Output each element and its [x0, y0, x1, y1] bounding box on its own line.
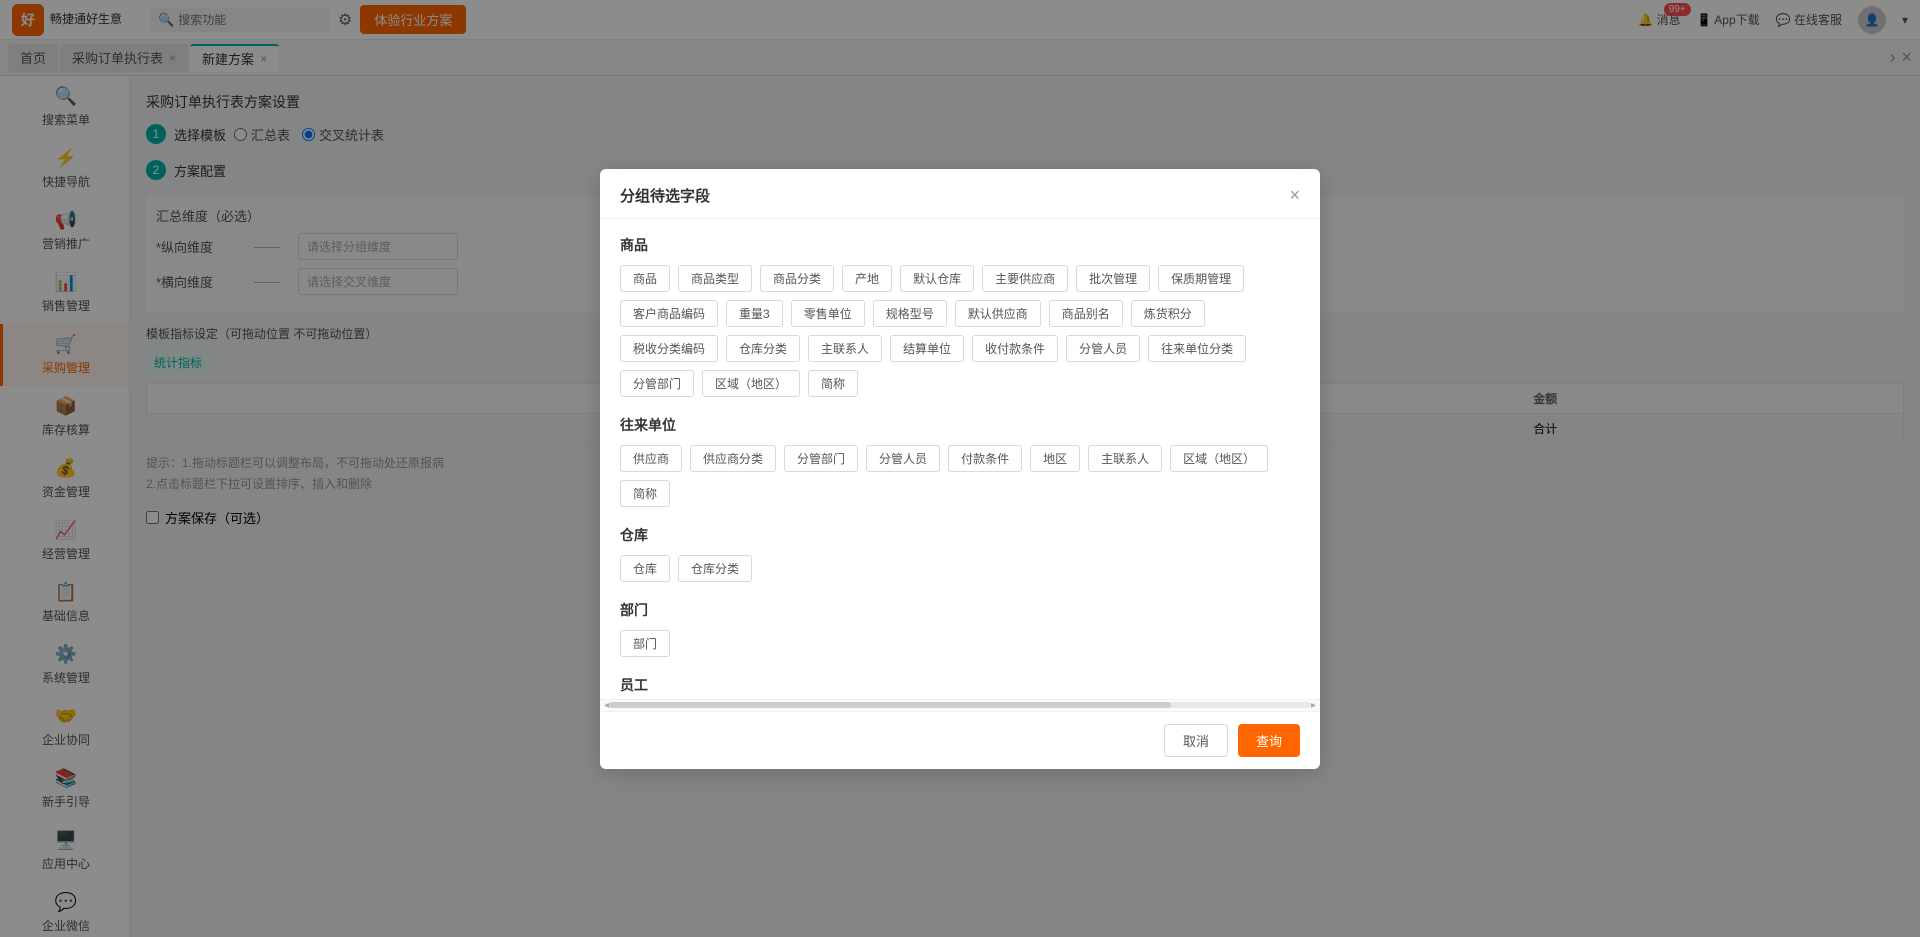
field-tag-area[interactable]: 地区	[1030, 445, 1080, 472]
field-select-modal: 分组待选字段 × 商品 商品 商品类型 商品分类 产地 默认仓库 主要供应商 批…	[600, 169, 1320, 769]
field-tag-region-product[interactable]: 区域（地区）	[702, 370, 800, 397]
field-group-staff-title: 员工	[620, 675, 1300, 695]
field-tag-product-alias[interactable]: 商品别名	[1049, 300, 1123, 327]
cancel-button[interactable]: 取消	[1164, 724, 1228, 757]
field-group-product: 商品 商品 商品类型 商品分类 产地 默认仓库 主要供应商 批次管理 保质期管理…	[620, 235, 1300, 397]
field-tag-customer-code[interactable]: 客户商品编码	[620, 300, 718, 327]
field-group-warehouse-title: 仓库	[620, 525, 1300, 545]
field-tag-default-warehouse[interactable]: 默认仓库	[900, 265, 974, 292]
field-tags-dept: 部门	[620, 630, 1300, 657]
modal-horizontal-scrollbar[interactable]: ◂ ▸	[600, 699, 1320, 711]
confirm-button[interactable]: 查询	[1238, 724, 1300, 757]
field-tag-warehouse-category[interactable]: 仓库分类	[726, 335, 800, 362]
field-tag-partner-dept[interactable]: 分管部门	[784, 445, 858, 472]
modal-body: 商品 商品 商品类型 商品分类 产地 默认仓库 主要供应商 批次管理 保质期管理…	[600, 219, 1320, 699]
field-tag-partner-contact[interactable]: 主联系人	[1088, 445, 1162, 472]
field-tag-dept[interactable]: 部门	[620, 630, 670, 657]
field-group-product-title: 商品	[620, 235, 1300, 255]
field-tags-product: 商品 商品类型 商品分类 产地 默认仓库 主要供应商 批次管理 保质期管理 客户…	[620, 265, 1300, 397]
field-tag-payment-terms[interactable]: 收付款条件	[972, 335, 1058, 362]
field-tag-product-category[interactable]: 商品分类	[760, 265, 834, 292]
field-group-dept-title: 部门	[620, 600, 1300, 620]
modal-overlay: 分组待选字段 × 商品 商品 商品类型 商品分类 产地 默认仓库 主要供应商 批…	[0, 0, 1920, 937]
field-tag-abbr-product[interactable]: 简称	[808, 370, 858, 397]
field-tag-manage-dept[interactable]: 分管部门	[620, 370, 694, 397]
field-tags-partner: 供应商 供应商分类 分管部门 分管人员 付款条件 地区 主联系人 区域（地区） …	[620, 445, 1300, 507]
field-tag-retail-unit[interactable]: 零售单位	[791, 300, 865, 327]
field-tag-partner-manager[interactable]: 分管人员	[866, 445, 940, 472]
field-tags-warehouse: 仓库 仓库分类	[620, 555, 1300, 582]
field-tag-main-contact[interactable]: 主联系人	[808, 335, 882, 362]
modal-close-button[interactable]: ×	[1289, 185, 1300, 206]
modal-footer: 取消 查询	[600, 711, 1320, 769]
field-tag-manager[interactable]: 分管人员	[1066, 335, 1140, 362]
hscroll-thumb	[609, 702, 1171, 708]
field-group-warehouse: 仓库 仓库 仓库分类	[620, 525, 1300, 582]
field-group-partner: 往来单位 供应商 供应商分类 分管部门 分管人员 付款条件 地区 主联系人 区域…	[620, 415, 1300, 507]
field-tag-origin[interactable]: 产地	[842, 265, 892, 292]
modal-title: 分组待选字段	[620, 185, 710, 206]
hscroll-track	[609, 702, 1311, 708]
field-group-dept: 部门 部门	[620, 600, 1300, 657]
modal-header: 分组待选字段 ×	[600, 169, 1320, 219]
field-tag-settlement-unit[interactable]: 结算单位	[890, 335, 964, 362]
field-tag-region-partner[interactable]: 区域（地区）	[1170, 445, 1268, 472]
field-tag-supplier-category[interactable]: 供应商分类	[690, 445, 776, 472]
field-tag-product-type[interactable]: 商品类型	[678, 265, 752, 292]
field-group-partner-title: 往来单位	[620, 415, 1300, 435]
field-group-staff: 员工 业务员	[620, 675, 1300, 699]
field-tag-weight[interactable]: 重量3	[726, 300, 783, 327]
hscroll-right-arrow[interactable]: ▸	[1311, 700, 1316, 711]
field-tag-batch-mgmt[interactable]: 批次管理	[1076, 265, 1150, 292]
field-tag-practice-points[interactable]: 炼货积分	[1131, 300, 1205, 327]
field-tag-supplier[interactable]: 供应商	[620, 445, 682, 472]
field-tag-payment-condition[interactable]: 付款条件	[948, 445, 1022, 472]
field-tag-tax-code[interactable]: 税收分类编码	[620, 335, 718, 362]
field-tag-abbr-partner[interactable]: 简称	[620, 480, 670, 507]
field-tag-main-supplier[interactable]: 主要供应商	[982, 265, 1068, 292]
field-tag-product[interactable]: 商品	[620, 265, 670, 292]
field-tag-warehouse-cat[interactable]: 仓库分类	[678, 555, 752, 582]
field-tag-shelf-life[interactable]: 保质期管理	[1158, 265, 1244, 292]
field-tag-warehouse[interactable]: 仓库	[620, 555, 670, 582]
field-tag-partner-category[interactable]: 往来单位分类	[1148, 335, 1246, 362]
field-tag-default-supplier[interactable]: 默认供应商	[955, 300, 1041, 327]
field-tag-spec-model[interactable]: 规格型号	[873, 300, 947, 327]
